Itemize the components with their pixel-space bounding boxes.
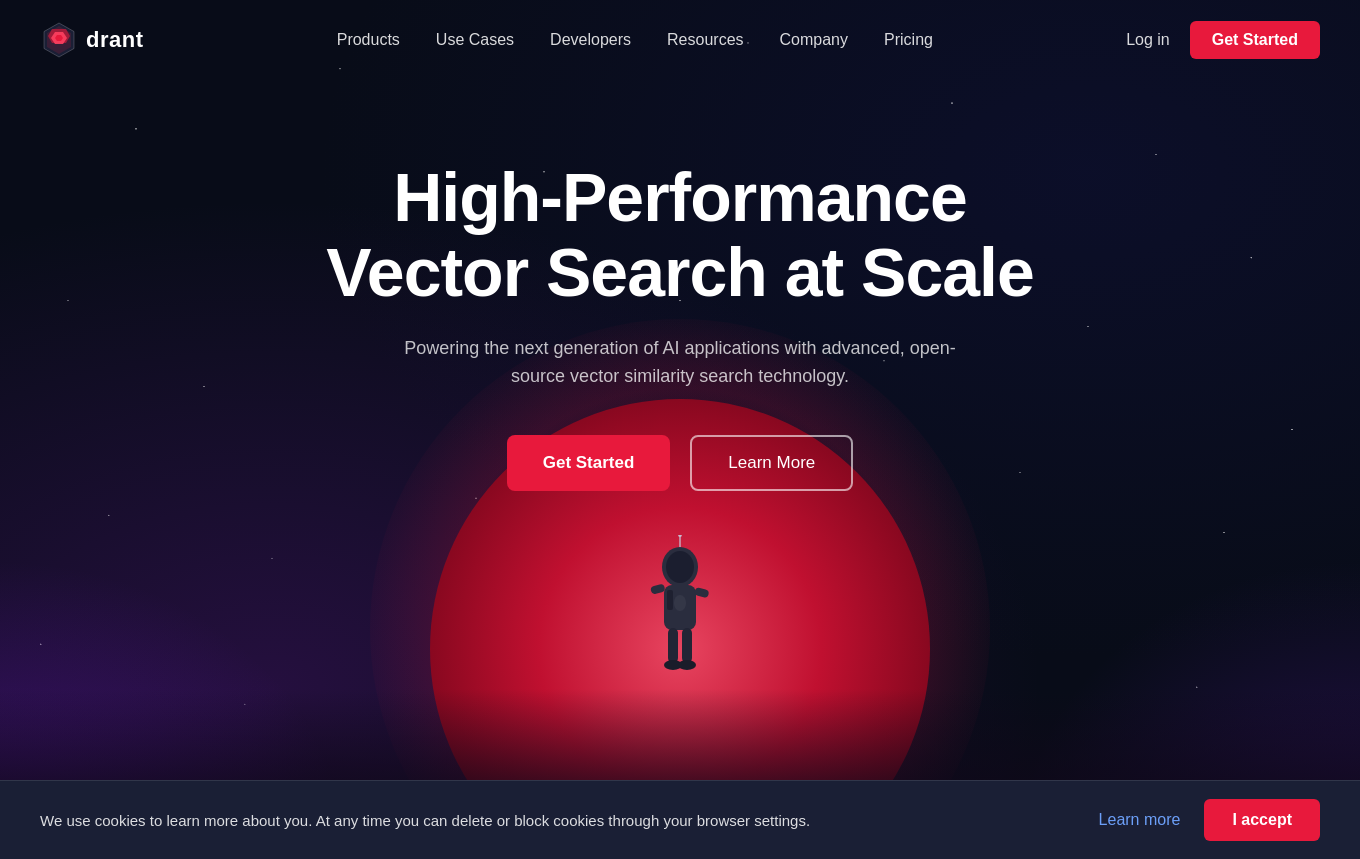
nav-item-company[interactable]: Company: [780, 31, 848, 49]
nav-links: Products Use Cases Developers Resources …: [337, 31, 933, 49]
nav-link-company[interactable]: Company: [780, 31, 848, 48]
get-started-hero-button[interactable]: Get Started: [507, 435, 671, 491]
svg-point-1: [678, 535, 682, 537]
logo-icon: [40, 21, 78, 59]
hero-section: High-Performance Vector Search at Scale …: [0, 80, 1360, 491]
nav-item-products[interactable]: Products: [337, 31, 400, 49]
cookie-accept-button[interactable]: I accept: [1204, 799, 1320, 841]
svg-rect-7: [694, 587, 710, 598]
nav-item-pricing[interactable]: Pricing: [884, 31, 933, 49]
login-button[interactable]: Log in: [1126, 31, 1170, 49]
cookie-banner: We use cookies to learn more about you. …: [0, 780, 1360, 859]
svg-rect-9: [682, 628, 692, 663]
logo[interactable]: drant: [40, 21, 144, 59]
cookie-learn-more-button[interactable]: Learn more: [1099, 811, 1181, 829]
hero-subtitle: Powering the next generation of AI appli…: [400, 334, 960, 392]
hero-buttons: Get Started Learn More: [0, 435, 1360, 491]
nav-item-developers[interactable]: Developers: [550, 31, 631, 49]
logo-text: drant: [86, 27, 144, 53]
svg-rect-5: [667, 590, 673, 610]
nav-item-resources[interactable]: Resources: [667, 31, 743, 49]
navbar: drant Products Use Cases Developers Reso…: [0, 0, 1360, 80]
svg-point-3: [666, 551, 694, 583]
nav-item-use-cases[interactable]: Use Cases: [436, 31, 514, 49]
svg-rect-8: [668, 628, 678, 663]
learn-more-button[interactable]: Learn More: [690, 435, 853, 491]
svg-point-11: [678, 660, 696, 670]
nav-link-resources[interactable]: Resources: [667, 31, 743, 48]
nav-link-products[interactable]: Products: [337, 31, 400, 48]
hero-title: High-Performance Vector Search at Scale: [290, 160, 1070, 310]
nav-link-pricing[interactable]: Pricing: [884, 31, 933, 48]
astronaut-illustration: [640, 535, 720, 699]
nav-actions: Log in Get Started: [1126, 21, 1320, 59]
svg-point-12: [674, 595, 686, 611]
nav-link-use-cases[interactable]: Use Cases: [436, 31, 514, 48]
nav-link-developers[interactable]: Developers: [550, 31, 631, 48]
get-started-nav-button[interactable]: Get Started: [1190, 21, 1320, 59]
cookie-text: We use cookies to learn more about you. …: [40, 812, 1059, 829]
cookie-actions: Learn more I accept: [1099, 799, 1320, 841]
svg-rect-6: [650, 583, 666, 594]
